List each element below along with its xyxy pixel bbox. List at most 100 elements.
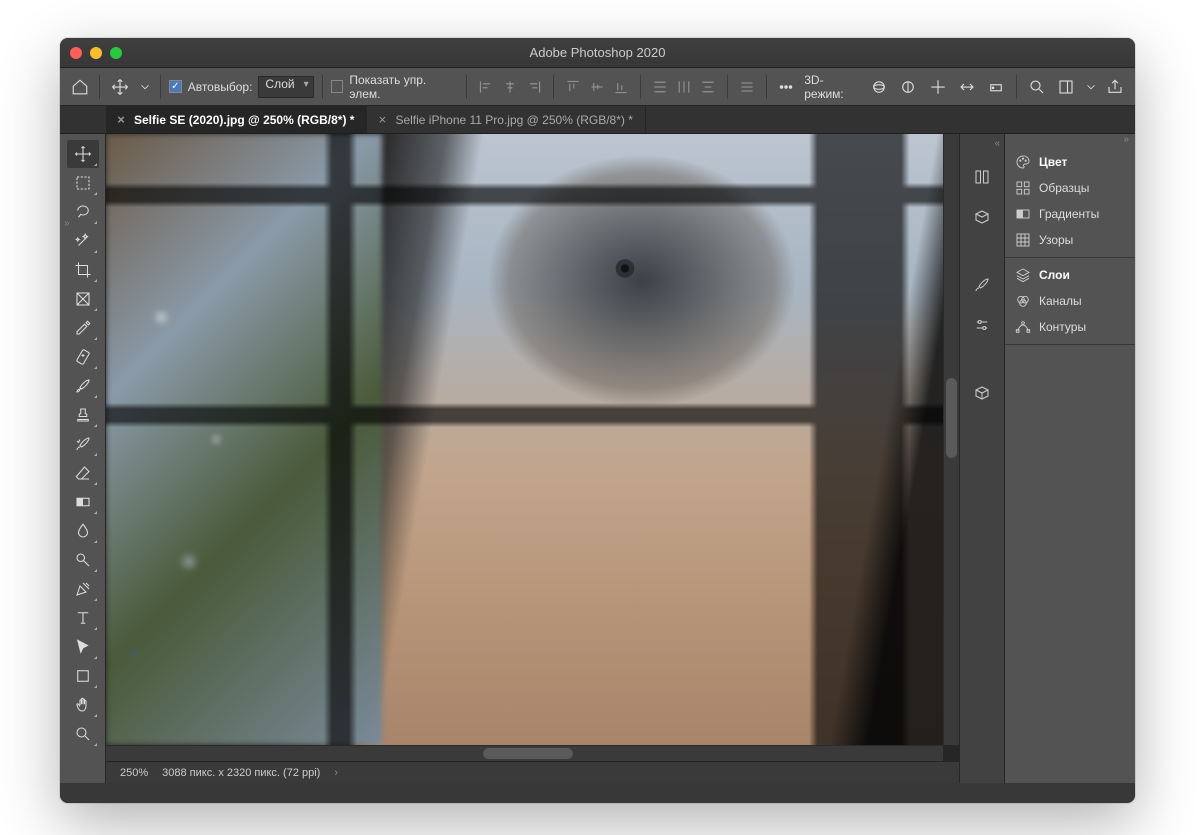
adjustments-panel-icon[interactable]	[970, 313, 994, 337]
window-title: Adobe Photoshop 2020	[122, 45, 1073, 60]
align-bottom-button[interactable]	[610, 77, 632, 97]
paths-panel-tab[interactable]: Контуры	[1005, 314, 1135, 340]
canvas-area: 250% 3088 пикс. x 2320 пикс. (72 ppi) ›	[106, 134, 959, 783]
gradients-panel-tab[interactable]: Градиенты	[1005, 201, 1135, 227]
more-align-button[interactable]	[736, 77, 758, 97]
close-tab-icon[interactable]: ×	[114, 112, 128, 127]
document-tab-1[interactable]: × Selfie SE (2020).jpg @ 250% (RGB/8*) *	[106, 106, 367, 133]
stamp-tool[interactable]	[67, 401, 99, 429]
maximize-window-button[interactable]	[110, 47, 122, 59]
panel-label: Контуры	[1039, 320, 1086, 334]
collapse-chevron-icon[interactable]: «	[994, 138, 1000, 149]
shape-tool[interactable]	[67, 662, 99, 690]
3d-panel-icon[interactable]	[970, 381, 994, 405]
status-chevron-icon[interactable]: ›	[334, 767, 338, 779]
slide-3d-button[interactable]	[955, 75, 978, 99]
options-bar: ✓ Автовыбор: Слой Показать упр. элем.	[60, 68, 1135, 106]
scale-3d-button[interactable]	[985, 75, 1008, 99]
brushes-panel-icon[interactable]	[970, 273, 994, 297]
document-tab-2[interactable]: × Selfie iPhone 11 Pro.jpg @ 250% (RGB/8…	[367, 106, 645, 133]
align-middle-button[interactable]	[586, 77, 608, 97]
panel-label: Каналы	[1039, 294, 1082, 308]
align-center-h-button[interactable]	[499, 77, 521, 97]
home-button[interactable]	[68, 75, 91, 99]
right-panels: » Цвет Образцы Градиенты Узоры	[1005, 134, 1135, 783]
gradient-tool[interactable]	[67, 488, 99, 516]
minimize-window-button[interactable]	[90, 47, 102, 59]
tool-preset-dropdown[interactable]	[138, 75, 152, 99]
workspace-dropdown[interactable]	[1084, 75, 1098, 99]
align-group-h	[475, 77, 545, 97]
autoselect-label: Автовыбор:	[188, 80, 253, 94]
align-left-button[interactable]	[475, 77, 497, 97]
pen-tool[interactable]	[67, 575, 99, 603]
magic-wand-tool[interactable]	[67, 227, 99, 255]
window-controls	[70, 47, 122, 59]
eyedropper-tool[interactable]	[67, 314, 99, 342]
channels-panel-tab[interactable]: Каналы	[1005, 288, 1135, 314]
eraser-tool[interactable]	[67, 459, 99, 487]
tools-panel	[60, 134, 106, 783]
panels-collapse-icon[interactable]: »	[1005, 134, 1135, 145]
zoom-level[interactable]: 250%	[120, 767, 148, 779]
brush-tool[interactable]	[67, 372, 99, 400]
tab-label: Selfie SE (2020).jpg @ 250% (RGB/8*) *	[134, 113, 354, 127]
distribute-top-button[interactable]	[649, 77, 671, 97]
move-tool[interactable]	[67, 140, 99, 168]
titlebar: Adobe Photoshop 2020	[60, 38, 1135, 68]
history-brush-tool[interactable]	[67, 430, 99, 458]
status-bar: 250% 3088 пикс. x 2320 пикс. (72 ppi) ›	[106, 761, 959, 783]
close-tab-icon[interactable]: ×	[375, 112, 389, 127]
path-selection-tool[interactable]	[67, 633, 99, 661]
roll-3d-button[interactable]	[897, 75, 920, 99]
search-button[interactable]	[1025, 75, 1048, 99]
share-button[interactable]	[1104, 75, 1127, 99]
show-transform-label: Показать упр. элем.	[349, 73, 458, 101]
properties-panel-icon[interactable]	[970, 165, 994, 189]
document-dimensions: 3088 пикс. x 2320 пикс. (72 ppi)	[162, 767, 320, 779]
close-window-button[interactable]	[70, 47, 82, 59]
document-tabs: × Selfie SE (2020).jpg @ 250% (RGB/8*) *…	[60, 106, 1135, 134]
collapsed-panels-well: «	[959, 134, 1005, 783]
pan-3d-button[interactable]	[926, 75, 949, 99]
swatches-panel-tab[interactable]: Образцы	[1005, 175, 1135, 201]
distribute-group	[649, 77, 719, 97]
vertical-scrollbar[interactable]	[943, 134, 959, 745]
blur-tool[interactable]	[67, 517, 99, 545]
panel-label: Слои	[1039, 268, 1070, 282]
panel-label: Образцы	[1039, 181, 1089, 195]
align-top-button[interactable]	[562, 77, 584, 97]
panel-label: Узоры	[1039, 233, 1073, 247]
app-window: Adobe Photoshop 2020 ✓ Автовыбор: Слой П…	[60, 38, 1135, 803]
panel-label: Градиенты	[1039, 207, 1099, 221]
frame-tool[interactable]	[67, 285, 99, 313]
dodge-tool[interactable]	[67, 546, 99, 574]
tab-label: Selfie iPhone 11 Pro.jpg @ 250% (RGB/8*)…	[395, 113, 632, 127]
mode-3d-label: 3D-режим:	[804, 73, 861, 101]
show-transform-checkbox[interactable]	[331, 80, 344, 93]
align-group-v	[562, 77, 632, 97]
align-right-button[interactable]	[523, 77, 545, 97]
type-tool[interactable]	[67, 604, 99, 632]
autoselect-dropdown[interactable]: Слой	[258, 76, 313, 98]
autoselect-checkbox[interactable]: ✓	[169, 80, 182, 93]
patterns-panel-tab[interactable]: Узоры	[1005, 227, 1135, 253]
lasso-tool[interactable]	[67, 198, 99, 226]
distribute-h-button[interactable]	[697, 77, 719, 97]
layers-panel-tab[interactable]: Слои	[1005, 262, 1135, 288]
zoom-tool[interactable]	[67, 720, 99, 748]
healing-tool[interactable]	[67, 343, 99, 371]
orbit-3d-button[interactable]	[867, 75, 890, 99]
document-canvas[interactable]	[106, 134, 943, 745]
window-footer	[60, 783, 1135, 803]
libraries-panel-icon[interactable]	[970, 205, 994, 229]
marquee-tool[interactable]	[67, 169, 99, 197]
crop-tool[interactable]	[67, 256, 99, 284]
overflow-button[interactable]	[775, 75, 798, 99]
hand-tool[interactable]	[67, 691, 99, 719]
workspace-button[interactable]	[1054, 75, 1077, 99]
color-panel-tab[interactable]: Цвет	[1005, 149, 1135, 175]
distribute-v-button[interactable]	[673, 77, 695, 97]
move-tool-icon[interactable]	[108, 75, 131, 99]
horizontal-scrollbar[interactable]	[106, 745, 943, 761]
